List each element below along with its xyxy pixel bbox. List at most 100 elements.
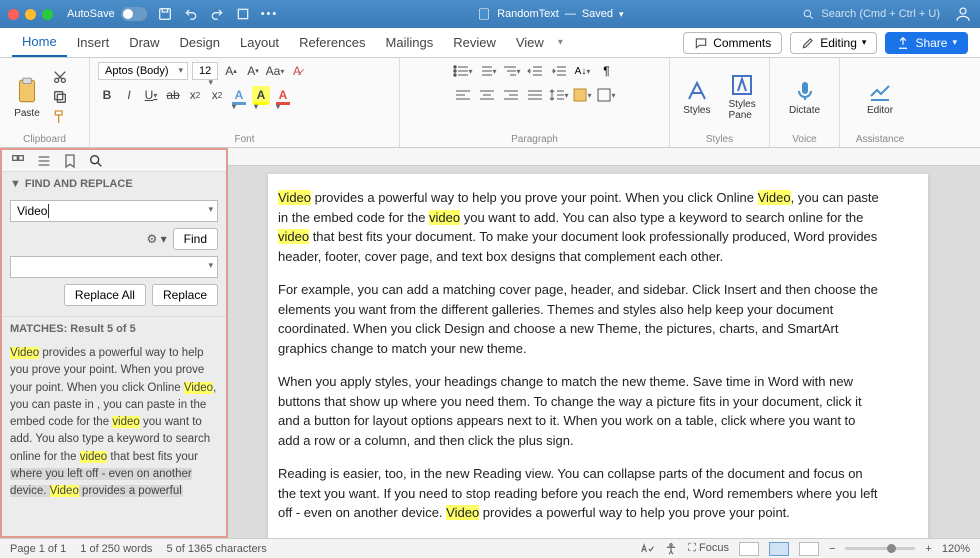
font-name-select[interactable]: Aptos (Body) — [98, 62, 188, 80]
font-size-select[interactable]: 12 — [192, 62, 218, 80]
zoom-in[interactable]: + — [925, 543, 931, 555]
autosave-toggle[interactable]: AutoSave — [67, 7, 147, 21]
tab-layout[interactable]: Layout — [230, 29, 289, 56]
find-input[interactable]: Video — [10, 200, 218, 222]
undo-icon[interactable] — [183, 6, 199, 22]
tab-home[interactable]: Home — [12, 28, 67, 57]
web-layout-button[interactable] — [799, 542, 819, 556]
assistance-group-label: Assistance — [848, 134, 912, 145]
zoom-level[interactable]: 120% — [942, 543, 970, 555]
strike-button[interactable]: ab — [164, 86, 182, 104]
page-scroll[interactable]: Video provides a powerful way to help yo… — [228, 166, 980, 538]
paragraph-1[interactable]: Video provides a powerful way to help yo… — [278, 188, 880, 266]
toggle-switch[interactable] — [121, 7, 147, 21]
find-tab-icon[interactable] — [88, 153, 104, 169]
multilevel-button[interactable] — [501, 62, 521, 80]
tabs-chevron-icon[interactable]: ▾ — [558, 37, 563, 48]
cut-icon[interactable] — [52, 69, 68, 85]
clipboard-group: Paste Clipboard — [0, 58, 90, 147]
zoom-slider[interactable] — [845, 547, 915, 550]
tab-references[interactable]: References — [289, 29, 375, 56]
align-right-button[interactable] — [501, 86, 521, 104]
comments-button[interactable]: Comments — [683, 32, 782, 54]
account-icon[interactable] — [954, 5, 972, 23]
page-indicator[interactable]: Page 1 of 1 — [10, 543, 66, 555]
styles-pane-button[interactable]: Styles Pane — [723, 71, 762, 123]
read-mode-button[interactable] — [739, 542, 759, 556]
saved-state[interactable]: Saved — [582, 8, 613, 20]
minimize-window[interactable] — [25, 9, 36, 20]
redo-icon[interactable] — [209, 6, 225, 22]
paragraph-3[interactable]: When you apply styles, your headings cha… — [278, 372, 880, 450]
font-color-button[interactable]: A — [274, 86, 292, 104]
tab-design[interactable]: Design — [170, 29, 230, 56]
editor-button[interactable]: Editor — [861, 77, 899, 118]
tab-draw[interactable]: Draw — [119, 29, 169, 56]
styles-button[interactable]: Styles — [677, 77, 716, 118]
paste-button[interactable]: Paste — [8, 74, 46, 121]
accessibility-icon[interactable] — [664, 542, 678, 556]
sort-button[interactable]: A↓ — [573, 62, 593, 80]
mic-icon — [793, 79, 817, 103]
focus-mode[interactable]: ⛶ Focus — [688, 542, 729, 555]
tab-review[interactable]: Review — [443, 29, 506, 56]
maximize-window[interactable] — [42, 9, 53, 20]
replace-input[interactable] — [10, 256, 218, 278]
chevron-down-icon[interactable]: ▾ — [619, 9, 624, 20]
more-icon[interactable]: ••• — [261, 8, 279, 20]
find-button[interactable]: Find — [173, 228, 218, 250]
text-effects-button[interactable]: A — [230, 86, 248, 104]
numbering-button[interactable] — [477, 62, 497, 80]
find-replace-header[interactable]: ▼ FIND AND REPLACE — [2, 172, 226, 196]
headings-icon[interactable] — [36, 153, 52, 169]
bullets-button[interactable] — [453, 62, 473, 80]
superscript-button[interactable]: x2 — [208, 86, 226, 104]
char-count[interactable]: 5 of 1365 characters — [166, 543, 266, 555]
tab-insert[interactable]: Insert — [67, 29, 120, 56]
replace-all-button[interactable]: Replace All — [64, 284, 146, 306]
close-window[interactable] — [8, 9, 19, 20]
change-case-button[interactable]: Aa — [266, 62, 284, 80]
subscript-button[interactable]: x2 — [186, 86, 204, 104]
tab-mailings[interactable]: Mailings — [376, 29, 444, 56]
tab-view[interactable]: View — [506, 29, 554, 56]
shrink-font-button[interactable]: A▾ — [244, 62, 262, 80]
spellcheck-icon[interactable] — [640, 542, 654, 556]
copy-icon[interactable] — [52, 89, 68, 105]
matches-list[interactable]: Video provides a powerful way to help yo… — [2, 341, 226, 536]
justify-button[interactable] — [525, 86, 545, 104]
find-options-button[interactable]: ⚙ ▾ — [147, 232, 167, 246]
zoom-out[interactable]: − — [829, 543, 835, 555]
line-spacing-button[interactable] — [549, 86, 569, 104]
search-field[interactable]: Search (Cmd + Ctrl + U) — [802, 8, 940, 21]
format-painter-icon[interactable] — [52, 109, 68, 125]
share-button[interactable]: Share ▾ — [885, 32, 968, 54]
editing-mode-button[interactable]: Editing ▾ — [790, 32, 877, 54]
home-quick-icon[interactable] — [235, 6, 251, 22]
document-page[interactable]: Video provides a powerful way to help yo… — [268, 174, 928, 538]
bold-button[interactable]: B — [98, 86, 116, 104]
save-icon[interactable] — [157, 6, 173, 22]
align-center-button[interactable] — [477, 86, 497, 104]
paragraph-4[interactable]: Reading is easier, too, in the new Readi… — [278, 464, 880, 523]
grow-font-button[interactable]: A▴ — [222, 62, 240, 80]
highlight-button[interactable]: A — [252, 86, 270, 104]
underline-button[interactable]: U — [142, 86, 160, 104]
horizontal-ruler[interactable] — [228, 148, 980, 166]
dictate-button[interactable]: Dictate — [783, 77, 826, 118]
search-placeholder: Search (Cmd + Ctrl + U) — [821, 8, 940, 20]
borders-button[interactable] — [597, 86, 617, 104]
replace-button[interactable]: Replace — [152, 284, 218, 306]
indent-button[interactable] — [549, 62, 569, 80]
print-layout-button[interactable] — [769, 542, 789, 556]
review-pane-icon[interactable] — [62, 153, 78, 169]
clear-format-button[interactable]: A̷ — [288, 62, 306, 80]
thumbnails-icon[interactable] — [10, 153, 26, 169]
paragraph-2[interactable]: For example, you can add a matching cove… — [278, 280, 880, 358]
word-count[interactable]: 1 of 250 words — [80, 543, 152, 555]
italic-button[interactable]: I — [120, 86, 138, 104]
outdent-button[interactable] — [525, 62, 545, 80]
align-left-button[interactable] — [453, 86, 473, 104]
show-marks-button[interactable]: ¶ — [597, 62, 617, 80]
shading-button[interactable] — [573, 86, 593, 104]
